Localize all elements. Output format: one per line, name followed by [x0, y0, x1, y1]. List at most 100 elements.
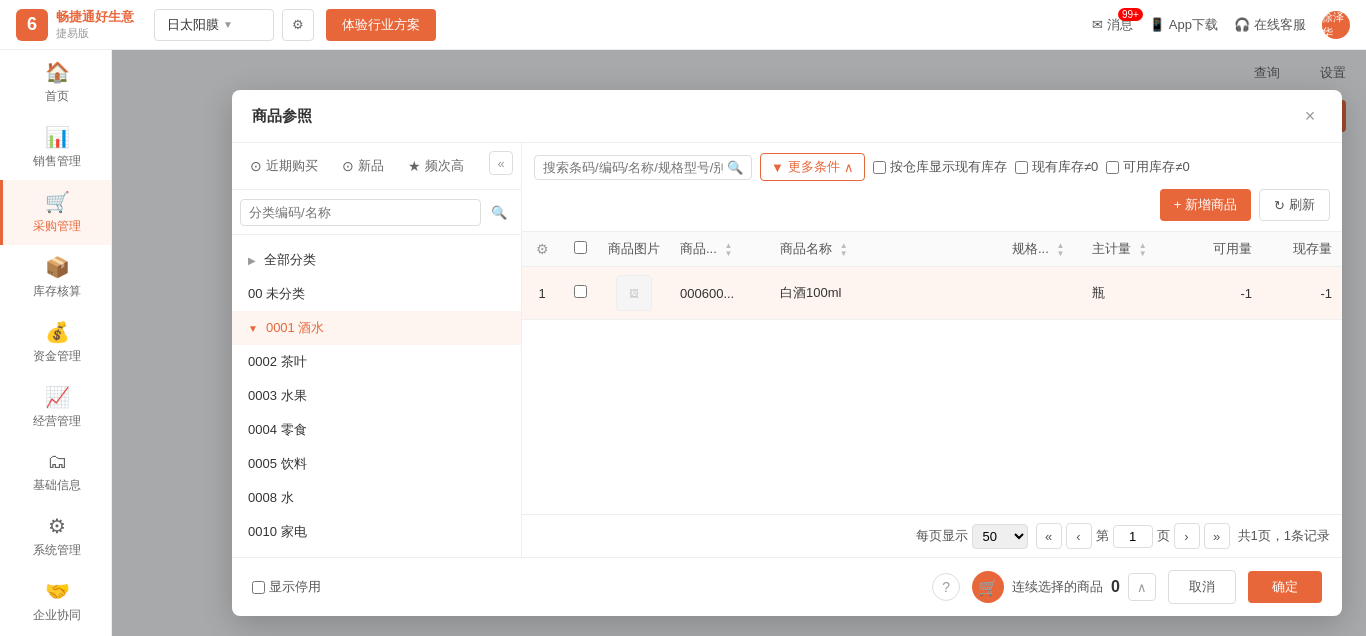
cat-0003-label: 0003 水果 [248, 387, 307, 405]
usable-stock-checkbox[interactable] [1106, 161, 1119, 174]
product-search-input[interactable] [543, 160, 723, 175]
category-search-icon[interactable]: 🔍 [485, 198, 513, 226]
frequent-tab[interactable]: ★ 频次高 [398, 151, 474, 181]
mobile-icon: 📱 [1149, 17, 1165, 32]
category-search-input[interactable] [240, 199, 481, 226]
th-product-name[interactable]: 商品名称 ▲▼ [770, 232, 1002, 267]
product-search-box: 🔍 [534, 155, 752, 180]
cart-collapse-button[interactable]: ∧ [1128, 573, 1156, 601]
modal-footer: 显示停用 ? 🛒 连续选择的商品 0 ∧ 取消 确定 [232, 557, 1342, 616]
cat-0002-label: 0002 茶叶 [248, 353, 307, 371]
sidebar-item-finance[interactable]: 💰 资金管理 [0, 310, 111, 375]
category-list: 全部分类 00 未分类 0001 酒水 0002 茶叶 0003 水果 [232, 235, 521, 557]
sidebar-item-inventory[interactable]: 📦 库存核算 [0, 245, 111, 310]
cat-0004[interactable]: 0004 零食 [232, 413, 521, 447]
purchase-icon: 🛒 [45, 190, 70, 214]
cat-0010[interactable]: 0010 家电 [232, 515, 521, 549]
product-reference-modal: 商品参照 × ⊙ 近期购买 ⊙ 新品 ★ [232, 90, 1342, 616]
filter-more-button[interactable]: ▼ 更多条件 ∧ [760, 153, 865, 181]
main-area: 查询 设置 刷新 商品参照 × ⊙ 近期购买 ⊙ [112, 50, 1366, 636]
sort-spec-icon: ▲▼ [1056, 242, 1064, 258]
th-unit[interactable]: 主计量 ▲▼ [1082, 232, 1162, 267]
new-products-tab[interactable]: ⊙ 新品 [332, 151, 394, 181]
th-settings: ⚙ [522, 232, 562, 267]
cat-0010-label: 0010 家电 [248, 523, 307, 541]
sales-icon: 📊 [45, 125, 70, 149]
row-img: 🖼 [598, 267, 670, 320]
prev-page-button[interactable]: ‹ [1066, 523, 1092, 549]
sidebar-item-collab[interactable]: 🤝 企业协同 [0, 569, 111, 634]
first-page-button[interactable]: « [1036, 523, 1062, 549]
add-product-button[interactable]: + 新增商品 [1160, 189, 1251, 221]
recent-purchase-tab[interactable]: ⊙ 近期购买 [240, 151, 328, 181]
show-disabled-checkbox-label[interactable]: 显示停用 [252, 578, 321, 596]
sidebar-item-purchase[interactable]: 🛒 采购管理 [0, 180, 111, 245]
sidebar-item-sales[interactable]: 📊 销售管理 [0, 115, 111, 180]
sidebar-item-home[interactable]: 🏠 首页 [0, 50, 111, 115]
refresh-button[interactable]: ↻ 刷新 [1259, 189, 1330, 221]
star-icon: ★ [408, 158, 421, 174]
cat-0008[interactable]: 0008 水 [232, 481, 521, 515]
available-stock-checkbox[interactable] [1015, 161, 1028, 174]
cat-0001[interactable]: 0001 酒水 [232, 311, 521, 345]
finance-icon: 💰 [45, 320, 70, 344]
app-download-button[interactable]: 📱 App下载 [1149, 16, 1218, 34]
settings-icon[interactable]: ⚙ [282, 9, 314, 41]
collapse-icon: « [489, 151, 513, 175]
cat-0003[interactable]: 0003 水果 [232, 379, 521, 413]
cat-0002[interactable]: 0002 茶叶 [232, 345, 521, 379]
next-page-button[interactable]: › [1174, 523, 1200, 549]
row-available: -1 [1162, 267, 1262, 320]
sidebar-item-system[interactable]: ⚙ 系统管理 [0, 504, 111, 569]
user-profile[interactable]: 徐泽华 [1322, 11, 1350, 39]
sidebar-label-basic: 基础信息 [33, 477, 81, 494]
cat-all[interactable]: 全部分类 [232, 243, 521, 277]
avatar: 徐泽华 [1322, 11, 1350, 39]
page-number-input[interactable] [1113, 525, 1153, 548]
cancel-button[interactable]: 取消 [1168, 570, 1236, 604]
logo-icon: 6 [16, 9, 48, 41]
available-stock-checkbox-label[interactable]: 现有库存≠0 [1015, 158, 1098, 176]
th-spec[interactable]: 规格... ▲▼ [1002, 232, 1082, 267]
th-product-code[interactable]: 商品... ▲▼ [670, 232, 770, 267]
sidebar-item-basic[interactable]: 🗂 基础信息 [0, 440, 111, 504]
collab-icon: 🤝 [45, 579, 70, 603]
logo-area: 6 畅捷通好生意 捷易版 [16, 8, 134, 41]
page-size-dropdown[interactable]: 50 10 20 100 [972, 524, 1028, 549]
table-gear-icon[interactable]: ⚙ [536, 241, 549, 257]
row-checkbox[interactable] [574, 285, 587, 298]
usable-stock-checkbox-label[interactable]: 可用库存≠0 [1106, 158, 1189, 176]
confirm-button[interactable]: 确定 [1248, 571, 1322, 603]
last-page-button[interactable]: » [1204, 523, 1230, 549]
th-stock[interactable]: 现存量 [1262, 232, 1342, 267]
message-icon: ✉ [1092, 17, 1103, 32]
trial-button[interactable]: 体验行业方案 [326, 9, 436, 41]
cat-0005[interactable]: 0005 饮料 [232, 447, 521, 481]
new-icon: ⊙ [342, 158, 354, 174]
row-num: 1 [522, 267, 562, 320]
cat-all-label: 全部分类 [264, 251, 316, 269]
message-button[interactable]: ✉ 消息 99+ [1092, 16, 1133, 34]
select-all-checkbox[interactable] [574, 241, 587, 254]
by-warehouse-checkbox-label[interactable]: 按仓库显示现有库存 [873, 158, 1007, 176]
help-button[interactable]: ? [932, 573, 960, 601]
sidebar-label-sales: 销售管理 [33, 153, 81, 170]
recent-icon: ⊙ [250, 158, 262, 174]
collapse-cat-btn[interactable]: « [485, 151, 513, 181]
by-warehouse-checkbox[interactable] [873, 161, 886, 174]
cart-text: 连续选择的商品 [1012, 578, 1103, 596]
show-disabled-checkbox[interactable] [252, 581, 265, 594]
nav-selector[interactable]: 日太阳膜 ▼ [154, 9, 274, 41]
sidebar-item-operation[interactable]: 📈 经营管理 [0, 375, 111, 440]
cat-00[interactable]: 00 未分类 [232, 277, 521, 311]
modal-close-button[interactable]: × [1298, 104, 1322, 128]
sort-unit-icon: ▲▼ [1139, 242, 1147, 258]
cat-0008-label: 0008 水 [248, 489, 294, 507]
th-available[interactable]: 可用量 [1162, 232, 1262, 267]
table-row[interactable]: 1 🖼 000600... 白酒100ml [522, 267, 1342, 320]
online-service-button[interactable]: 🎧 在线客服 [1234, 16, 1306, 34]
product-search-icon[interactable]: 🔍 [727, 160, 743, 175]
sort-code-icon: ▲▼ [724, 242, 732, 258]
filter-up-icon: ∧ [844, 160, 854, 175]
sidebar-label-finance: 资金管理 [33, 348, 81, 365]
